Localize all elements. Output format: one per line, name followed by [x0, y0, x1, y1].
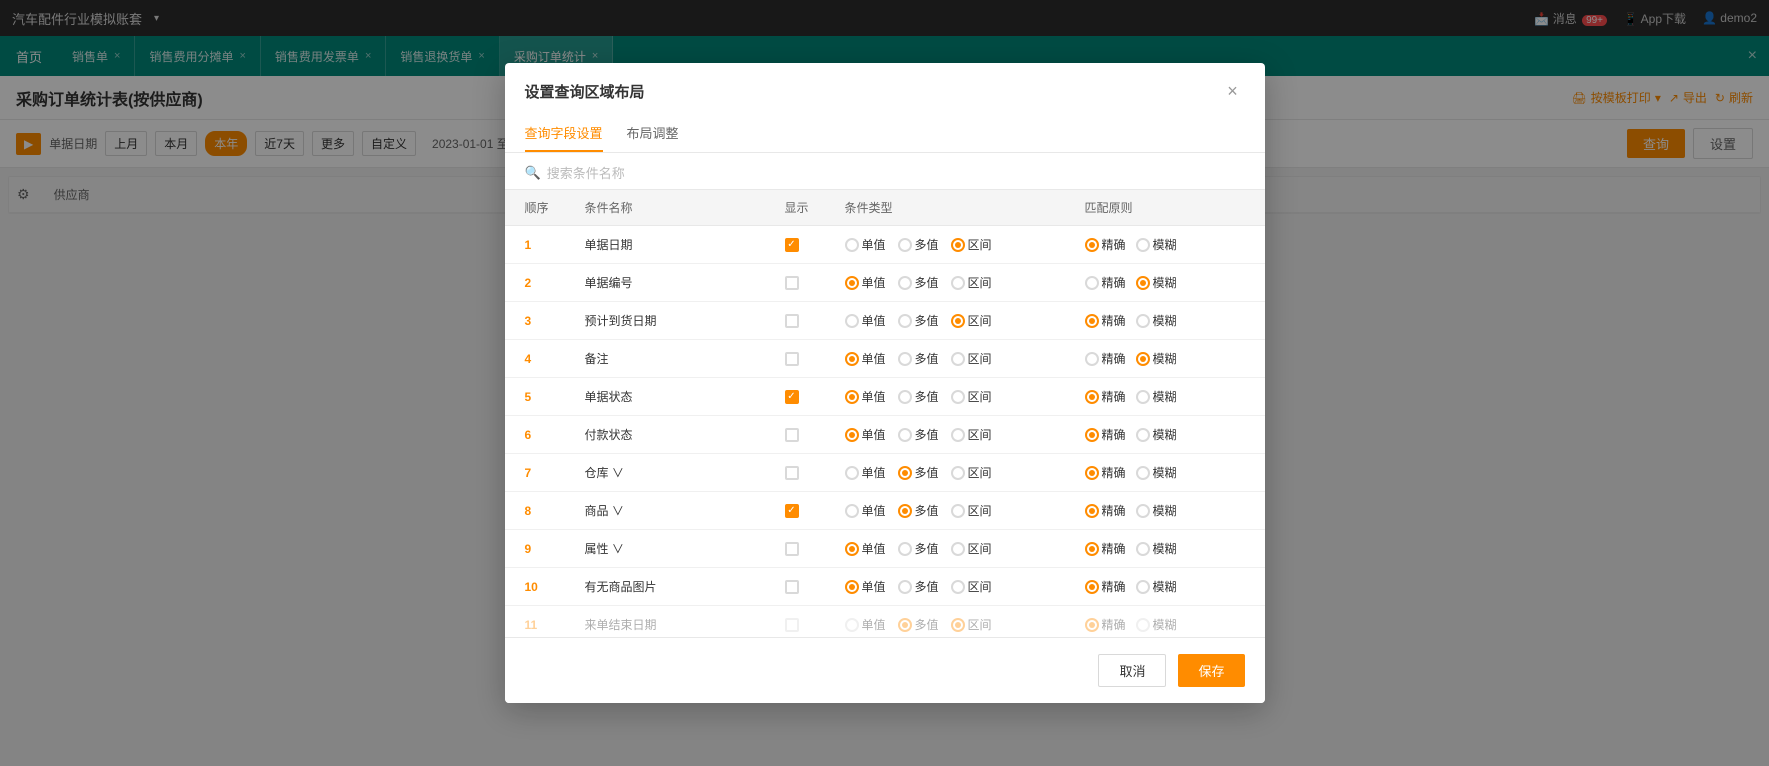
- search-icon: 🔍: [525, 165, 541, 181]
- tab-query-fields[interactable]: 查询字段设置: [525, 115, 603, 152]
- row-match-2: 精确模糊: [1085, 312, 1265, 329]
- row-type-4: 单值多值区间: [845, 388, 1085, 405]
- row-match-4: 精确模糊: [1085, 388, 1265, 405]
- row-match-5: 精确模糊: [1085, 426, 1265, 443]
- row-match-8: 精确模糊: [1085, 540, 1265, 557]
- table-row: 5单据状态 单值多值区间精确模糊: [505, 378, 1265, 416]
- col-order: 顺序: [525, 199, 585, 216]
- col-display: 显示: [785, 199, 845, 216]
- table-row: 3预计到货日期 单值多值区间精确模糊: [505, 302, 1265, 340]
- row-match-7: 精确模糊: [1085, 502, 1265, 519]
- row-checkbox-5[interactable]: [785, 428, 845, 442]
- row-order-3: 4: [525, 352, 585, 366]
- table-row: 1单据日期 单值多值区间精确模糊: [505, 226, 1265, 264]
- row-name-8: 属性 ∨: [585, 540, 785, 557]
- row-name-3: 备注: [585, 350, 785, 367]
- row-checkbox-6[interactable]: [785, 466, 845, 480]
- row-name-6: 仓库 ∨: [585, 464, 785, 481]
- row-match-0: 精确模糊: [1085, 236, 1265, 253]
- table-row: 9属性 ∨ 单值多值区间精确模糊: [505, 530, 1265, 568]
- row-name-7: 商品 ∨: [585, 502, 785, 519]
- modal-overlay[interactable]: 设置查询区域布局 × 查询字段设置 布局调整 🔍 顺序 条件名称 显示 条件类型…: [0, 0, 1769, 766]
- row-name-5: 付款状态: [585, 426, 785, 443]
- row-checkbox-4[interactable]: [785, 390, 845, 404]
- row-checkbox-2[interactable]: [785, 314, 845, 328]
- row-checkbox-3[interactable]: [785, 352, 845, 366]
- table-row: 4备注 单值多值区间精确模糊: [505, 340, 1265, 378]
- modal-rows: 1单据日期单值多值区间精确模糊2单据编号单值多值区间精确模糊3预计到货日期单值多…: [505, 226, 1265, 637]
- row-checkbox-8[interactable]: [785, 542, 845, 556]
- row-type-0: 单值多值区间: [845, 236, 1085, 253]
- table-head: 顺序 条件名称 显示 条件类型 匹配原则: [505, 190, 1265, 226]
- row-name-4: 单据状态: [585, 388, 785, 405]
- table-row: 6付款状态 单值多值区间精确模糊: [505, 416, 1265, 454]
- row-match-10: 精确模糊: [1085, 616, 1265, 633]
- row-order-6: 7: [525, 466, 585, 480]
- row-checkbox-0[interactable]: [785, 238, 845, 252]
- modal-search-bar: 🔍: [505, 153, 1265, 190]
- row-name-10: 来单结束日期: [585, 616, 785, 633]
- row-order-2: 3: [525, 314, 585, 328]
- search-input[interactable]: [547, 166, 1245, 181]
- row-checkbox-10[interactable]: [785, 618, 845, 632]
- row-order-0: 1: [525, 238, 585, 252]
- tab-layout-adjust[interactable]: 布局调整: [627, 115, 679, 152]
- row-name-0: 单据日期: [585, 236, 785, 253]
- row-match-6: 精确模糊: [1085, 464, 1265, 481]
- table-row: 8商品 ∨ 单值多值区间精确模糊: [505, 492, 1265, 530]
- table-row: 7仓库 ∨ 单值多值区间精确模糊: [505, 454, 1265, 492]
- row-order-8: 9: [525, 542, 585, 556]
- row-order-10: 11: [525, 618, 585, 632]
- modal-title: 设置查询区域布局: [525, 81, 645, 102]
- col-type: 条件类型: [845, 199, 1085, 216]
- col-match: 匹配原则: [1085, 199, 1265, 216]
- table-row: 10有无商品图片 单值多值区间精确模糊: [505, 568, 1265, 606]
- modal-table: 顺序 条件名称 显示 条件类型 匹配原则 1单据日期单值多值区间精确模糊2单据编…: [505, 190, 1265, 637]
- row-checkbox-9[interactable]: [785, 580, 845, 594]
- save-button[interactable]: 保存: [1178, 654, 1244, 687]
- row-type-5: 单值多值区间: [845, 426, 1085, 443]
- table-row: 2单据编号 单值多值区间精确模糊: [505, 264, 1265, 302]
- row-name-9: 有无商品图片: [585, 578, 785, 595]
- row-checkbox-1[interactable]: [785, 276, 845, 290]
- row-type-9: 单值多值区间: [845, 578, 1085, 595]
- row-order-9: 10: [525, 580, 585, 594]
- row-match-3: 精确模糊: [1085, 350, 1265, 367]
- row-checkbox-7[interactable]: [785, 504, 845, 518]
- row-order-1: 2: [525, 276, 585, 290]
- modal-close-button[interactable]: ×: [1221, 79, 1245, 103]
- row-type-6: 单值多值区间: [845, 464, 1085, 481]
- modal-tabs: 查询字段设置 布局调整: [505, 115, 1265, 153]
- row-type-10: 单值多值区间: [845, 616, 1085, 633]
- col-name: 条件名称: [585, 199, 785, 216]
- modal-header: 设置查询区域布局 ×: [505, 63, 1265, 103]
- modal-footer: 取消 保存: [505, 637, 1265, 703]
- row-match-9: 精确模糊: [1085, 578, 1265, 595]
- row-order-5: 6: [525, 428, 585, 442]
- settings-modal: 设置查询区域布局 × 查询字段设置 布局调整 🔍 顺序 条件名称 显示 条件类型…: [505, 63, 1265, 703]
- row-order-4: 5: [525, 390, 585, 404]
- table-row: 11来单结束日期 单值多值区间精确模糊: [505, 606, 1265, 637]
- row-type-7: 单值多值区间: [845, 502, 1085, 519]
- row-type-2: 单值多值区间: [845, 312, 1085, 329]
- row-type-8: 单值多值区间: [845, 540, 1085, 557]
- cancel-button[interactable]: 取消: [1098, 654, 1166, 687]
- row-type-3: 单值多值区间: [845, 350, 1085, 367]
- row-match-1: 精确模糊: [1085, 274, 1265, 291]
- row-name-2: 预计到货日期: [585, 312, 785, 329]
- row-type-1: 单值多值区间: [845, 274, 1085, 291]
- row-order-7: 8: [525, 504, 585, 518]
- row-name-1: 单据编号: [585, 274, 785, 291]
